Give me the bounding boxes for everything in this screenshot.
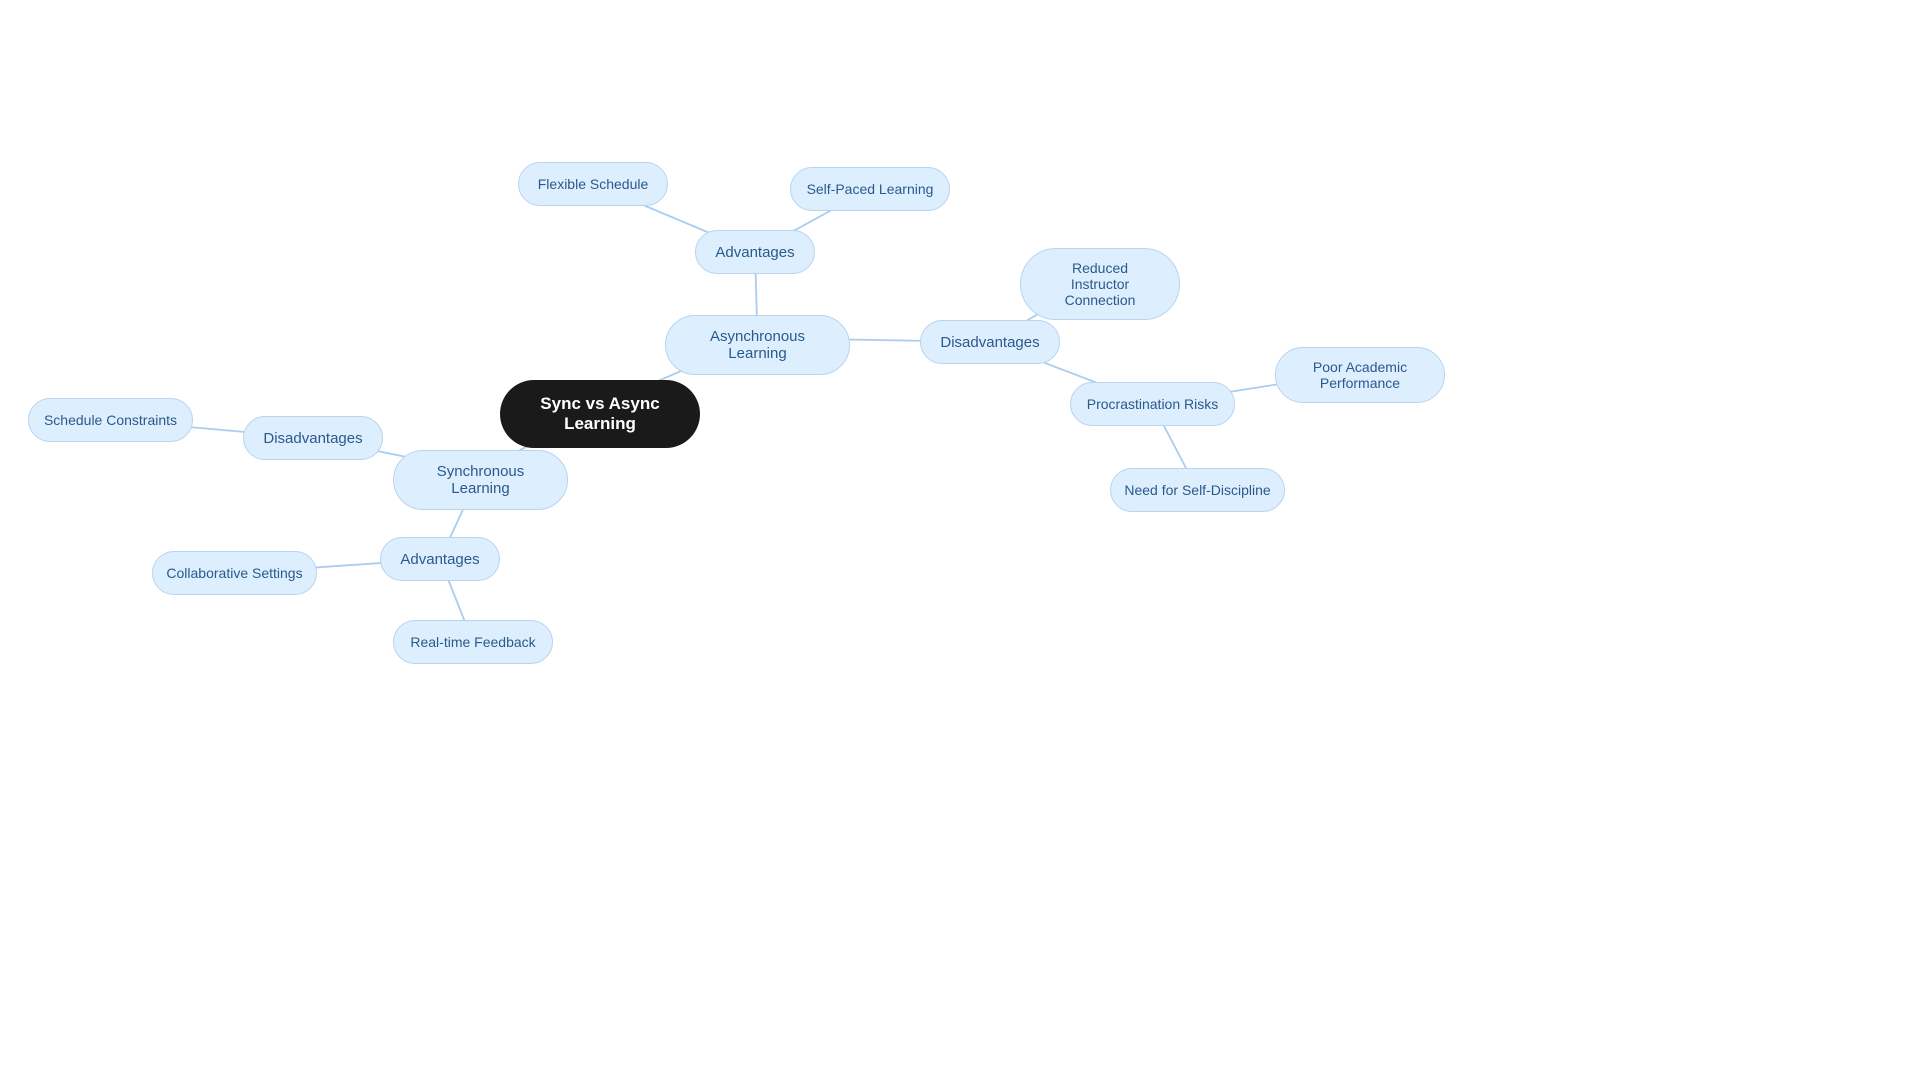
- node-label-self_paced: Self-Paced Learning: [807, 181, 934, 197]
- node-realtime[interactable]: Real-time Feedback: [393, 620, 553, 664]
- node-label-schedule: Schedule Constraints: [44, 412, 177, 428]
- node-label-sync_dis: Disadvantages: [263, 430, 362, 447]
- node-label-realtime: Real-time Feedback: [410, 634, 535, 650]
- node-label-async_dis: Disadvantages: [940, 334, 1039, 351]
- node-label-reduced: Reduced InstructorConnection: [1041, 260, 1159, 308]
- node-label-self_discipline: Need for Self-Discipline: [1124, 482, 1270, 498]
- node-sync_adv[interactable]: Advantages: [380, 537, 500, 581]
- node-schedule[interactable]: Schedule Constraints: [28, 398, 193, 442]
- node-label-collaborative: Collaborative Settings: [166, 565, 302, 581]
- node-poor_academic[interactable]: Poor Academic Performance: [1275, 347, 1445, 403]
- node-async_dis[interactable]: Disadvantages: [920, 320, 1060, 364]
- node-label-async: Asynchronous Learning: [688, 328, 827, 362]
- node-label-flexible: Flexible Schedule: [538, 176, 649, 192]
- node-label-sync_adv: Advantages: [400, 551, 479, 568]
- node-label-poor_academic: Poor Academic Performance: [1296, 359, 1424, 391]
- node-sync_dis[interactable]: Disadvantages: [243, 416, 383, 460]
- node-self_discipline[interactable]: Need for Self-Discipline: [1110, 468, 1285, 512]
- node-label-procrastination: Procrastination Risks: [1087, 396, 1219, 412]
- node-collaborative[interactable]: Collaborative Settings: [152, 551, 317, 595]
- node-label-root: Sync vs Async Learning: [528, 394, 672, 434]
- node-label-async_adv: Advantages: [715, 244, 794, 261]
- node-label-sync: Synchronous Learning: [416, 463, 545, 497]
- node-async[interactable]: Asynchronous Learning: [665, 315, 850, 375]
- node-procrastination[interactable]: Procrastination Risks: [1070, 382, 1235, 426]
- node-async_adv[interactable]: Advantages: [695, 230, 815, 274]
- node-reduced[interactable]: Reduced InstructorConnection: [1020, 248, 1180, 320]
- node-self_paced[interactable]: Self-Paced Learning: [790, 167, 950, 211]
- node-flexible[interactable]: Flexible Schedule: [518, 162, 668, 206]
- node-root[interactable]: Sync vs Async Learning: [500, 380, 700, 448]
- node-sync[interactable]: Synchronous Learning: [393, 450, 568, 510]
